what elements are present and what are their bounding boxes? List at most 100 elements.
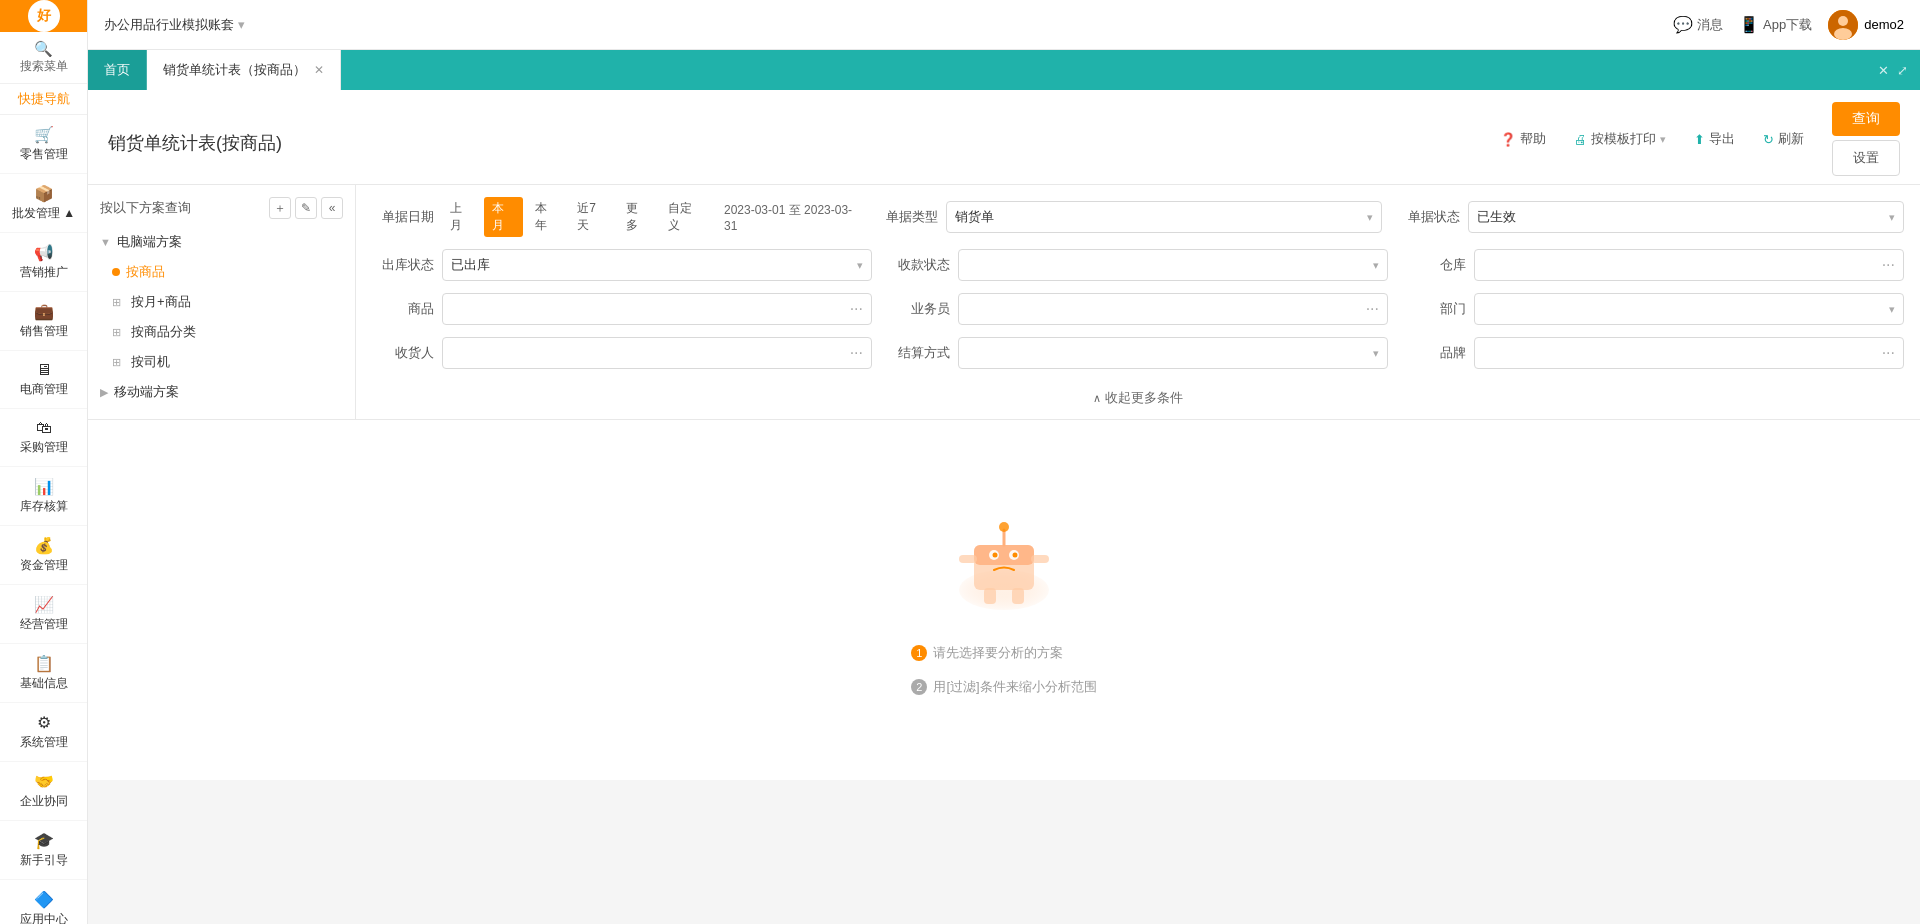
corp-icon: 🤝 <box>34 772 54 791</box>
tree-item-by-month-goods[interactable]: ⊞ 按月+商品 <box>88 287 355 317</box>
brand-more[interactable]: ··· <box>1882 344 1895 362</box>
app-download-btn[interactable]: 📱 App下载 <box>1739 15 1812 34</box>
salesman-more[interactable]: ··· <box>1366 300 1379 318</box>
out-status-label: 出库状态 <box>372 256 442 274</box>
dept-arrow: ▾ <box>1889 303 1895 316</box>
doc-status-label: 单据状态 <box>1398 208 1468 226</box>
tab-sales-stat[interactable]: 销货单统计表（按商品） ✕ <box>147 50 341 90</box>
page-header: 销货单统计表(按商品) ❓ 帮助 🖨 按模板打印 ▾ ⬆ 导出 <box>88 90 1920 185</box>
sidebar-item-wholesale[interactable]: 📦 批发管理 ▲ <box>0 174 87 233</box>
sidebar-item-purchase[interactable]: 🛍 采购管理 <box>0 409 87 467</box>
date-tab-more[interactable]: 更多 <box>618 197 656 237</box>
content-area: 销货单统计表(按商品) ❓ 帮助 🖨 按模板打印 ▾ ⬆ 导出 <box>88 90 1920 924</box>
sidebar-item-corp[interactable]: 🤝 企业协同 <box>0 762 87 821</box>
sidebar-item-ecom[interactable]: 🖥 电商管理 <box>0 351 87 409</box>
left-panel-title: 按以下方案查询 <box>100 199 191 217</box>
receiver-control[interactable]: ··· <box>442 337 872 369</box>
brand-control[interactable]: ··· <box>1474 337 1904 369</box>
brand-label: 品牌 <box>1404 344 1474 362</box>
doc-type-arrow: ▾ <box>1367 211 1373 224</box>
window-close-btn[interactable]: ✕ <box>1878 63 1889 78</box>
sidebar-item-retail[interactable]: 🛒 零售管理 <box>0 115 87 174</box>
sidebar-item-guide[interactable]: 🎓 新手引导 <box>0 821 87 880</box>
date-tab-this-year[interactable]: 本年 <box>527 197 565 237</box>
doc-status-value: 已生效 <box>1477 208 1889 226</box>
window-expand-btn[interactable]: ⤢ <box>1897 63 1908 78</box>
sales-icon: 💼 <box>34 302 54 321</box>
tree-parent-mobile[interactable]: ▶ 移动端方案 <box>88 377 355 407</box>
collapse-panel-btn[interactable]: « <box>321 197 343 219</box>
tab-close-btn[interactable]: ✕ <box>314 63 324 77</box>
payment-arrow: ▾ <box>1373 347 1379 360</box>
active-dot <box>112 268 120 276</box>
svg-point-2 <box>1834 28 1852 40</box>
tabbar: 首页 销货单统计表（按商品） ✕ ✕ ⤢ <box>88 50 1920 90</box>
wholesale-icon: 📦 <box>34 184 54 203</box>
tab-home[interactable]: 首页 <box>88 50 147 90</box>
tree-item-by-driver[interactable]: ⊞ 按司机 <box>88 347 355 377</box>
empty-text: 1 请先选择要分析的方案 2 用[过滤]条件来缩小分析范围 <box>911 640 1096 700</box>
date-tab-custom[interactable]: 自定义 <box>660 197 710 237</box>
date-tab-this-month[interactable]: 本月 <box>484 197 522 237</box>
out-status-control[interactable]: 已出库 ▾ <box>442 249 872 281</box>
sidebar-item-finance[interactable]: 💰 资金管理 <box>0 526 87 585</box>
goods-more[interactable]: ··· <box>850 300 863 318</box>
empty-illustration <box>944 500 1064 620</box>
settings-button[interactable]: 设置 <box>1832 140 1900 176</box>
apps-icon: 🔷 <box>34 890 54 909</box>
goods-label: 商品 <box>372 300 442 318</box>
sidebar-quick-nav[interactable]: 快捷导航 <box>0 84 87 115</box>
svg-rect-12 <box>984 588 996 604</box>
tree-item-by-goods[interactable]: 按商品 <box>88 257 355 287</box>
sidebar-search[interactable]: 🔍 搜索菜单 <box>0 32 87 84</box>
filter-row-4: 收货人 ··· 结算方式 ▾ 品牌 <box>372 337 1904 369</box>
warehouse-control[interactable]: ··· <box>1474 249 1904 281</box>
guide-icon: 🎓 <box>34 831 54 850</box>
date-tab-7days[interactable]: 近7天 <box>569 197 614 237</box>
salesman-control[interactable]: ··· <box>958 293 1388 325</box>
doc-type-control[interactable]: 销货单 ▾ <box>946 201 1382 233</box>
dept-control[interactable]: ▾ <box>1474 293 1904 325</box>
goods-control[interactable]: ··· <box>442 293 872 325</box>
salesman-label: 业务员 <box>888 300 958 318</box>
purchase-icon: 🛍 <box>36 419 52 437</box>
sidebar-item-marketing[interactable]: 📢 营销推广 <box>0 233 87 292</box>
date-tab-last-month[interactable]: 上月 <box>442 197 480 237</box>
export-btn[interactable]: ⬆ 导出 <box>1686 126 1743 152</box>
left-panel: 按以下方案查询 ＋ ✎ « ▼ 电脑端方案 <box>88 185 356 419</box>
print-btn[interactable]: 🖨 按模板打印 ▾ <box>1566 126 1674 152</box>
user-info[interactable]: demo2 <box>1828 10 1904 40</box>
payment-control[interactable]: ▾ <box>958 337 1388 369</box>
svg-rect-13 <box>1012 588 1024 604</box>
sidebar-item-basic[interactable]: 📋 基础信息 <box>0 644 87 703</box>
refresh-btn[interactable]: ↻ 刷新 <box>1755 126 1812 152</box>
pay-status-control[interactable]: ▾ <box>958 249 1388 281</box>
filter-row-3: 商品 ··· 业务员 ··· 部门 <box>372 293 1904 325</box>
sidebar-item-apps[interactable]: 🔷 应用中心 <box>0 880 87 924</box>
date-label: 单据日期 <box>372 208 442 226</box>
sidebar-item-ops[interactable]: 📈 经营管理 <box>0 585 87 644</box>
collapse-btn[interactable]: ∧ 收起更多条件 <box>356 381 1920 411</box>
edit-scheme-btn[interactable]: ✎ <box>295 197 317 219</box>
svg-rect-10 <box>959 555 977 563</box>
page-actions: ❓ 帮助 🖨 按模板打印 ▾ ⬆ 导出 ↻ 刷新 <box>1492 102 1900 184</box>
receiver-more[interactable]: ··· <box>850 344 863 362</box>
doc-status-control[interactable]: 已生效 ▾ <box>1468 201 1904 233</box>
main-area: 办公用品行业模拟账套 ▾ 💬 消息 📱 App下载 <box>88 0 1920 924</box>
page-title: 销货单统计表(按商品) <box>108 131 282 155</box>
message-btn[interactable]: 💬 消息 <box>1673 15 1723 34</box>
add-scheme-btn[interactable]: ＋ <box>269 197 291 219</box>
sidebar-item-system[interactable]: ⚙ 系统管理 <box>0 703 87 762</box>
system-icon: ⚙ <box>37 713 51 732</box>
filter-section: 按以下方案查询 ＋ ✎ « ▼ 电脑端方案 <box>88 185 1920 420</box>
query-button[interactable]: 查询 <box>1832 102 1900 136</box>
filter-row-2: 出库状态 已出库 ▾ 收款状态 ▾ 仓库 <box>372 249 1904 281</box>
sidebar-item-inventory[interactable]: 📊 库存核算 <box>0 467 87 526</box>
help-btn[interactable]: ❓ 帮助 <box>1492 126 1554 152</box>
sidebar-item-sales[interactable]: 💼 销售管理 <box>0 292 87 351</box>
receiver-label: 收货人 <box>372 344 442 362</box>
warehouse-more[interactable]: ··· <box>1882 256 1895 274</box>
doc-type-label: 单据类型 <box>876 208 946 226</box>
tree-item-by-category[interactable]: ⊞ 按商品分类 <box>88 317 355 347</box>
tree-parent-pc[interactable]: ▼ 电脑端方案 <box>88 227 355 257</box>
